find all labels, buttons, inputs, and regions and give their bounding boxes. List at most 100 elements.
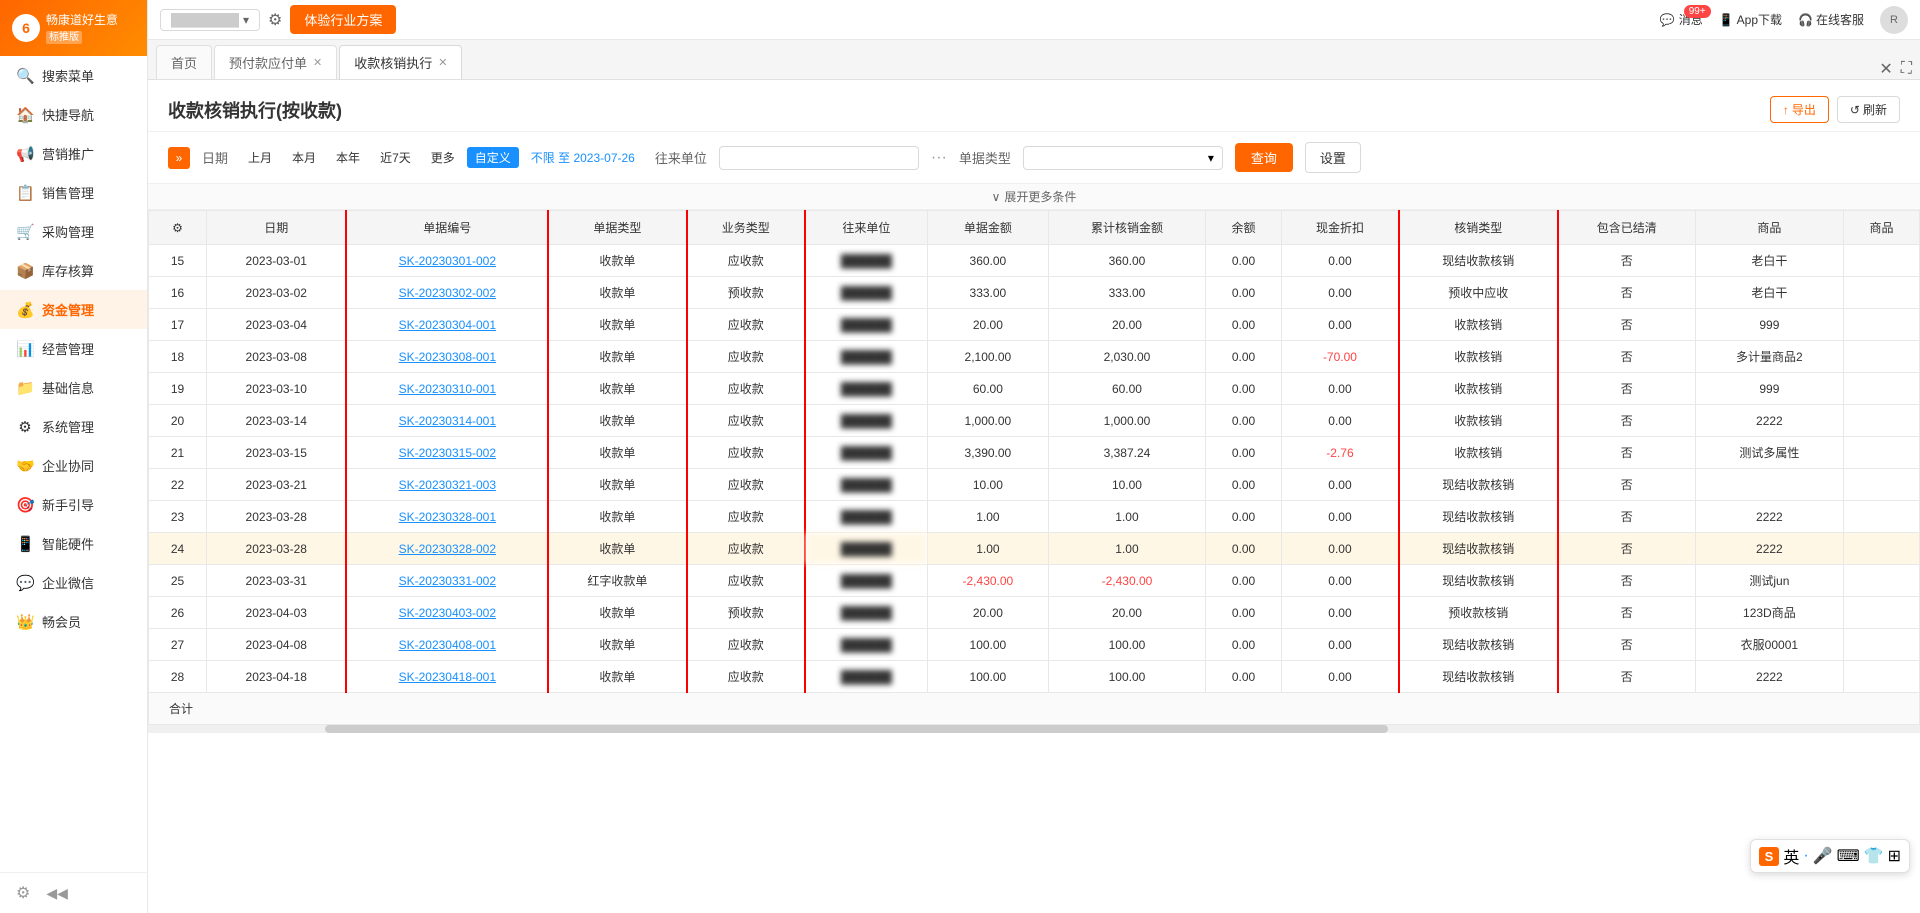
page-header: 收款核销执行(按收款) ↑ 导出 ↺ 刷新 — [148, 80, 1920, 132]
sidebar-item-3[interactable]: 📋销售管理 — [0, 173, 147, 212]
sidebar-icon-8: 📁 — [16, 379, 34, 397]
filter-expand-btn[interactable]: » — [168, 147, 190, 169]
headphone-icon: 🎧 — [1798, 13, 1813, 27]
date-filter-label: 日期 — [202, 148, 228, 167]
row-write-off-type: 收款核销 — [1399, 437, 1558, 469]
sidebar-item-6[interactable]: 💰资金管理 — [0, 290, 147, 329]
query-btn[interactable]: 查询 — [1235, 143, 1293, 172]
row-bill-no[interactable]: SK-20230304-001 — [346, 309, 548, 341]
tab-prepayment-close-icon[interactable]: ✕ — [313, 56, 322, 69]
sidebar-bottom: ⚙ ◀◀ — [0, 872, 147, 913]
row-bill-no[interactable]: SK-20230328-001 — [346, 501, 548, 533]
row-bill-no[interactable]: SK-20230403-002 — [346, 597, 548, 629]
row-bill-no[interactable]: SK-20230418-001 — [346, 661, 548, 693]
row-biz-type: 应收款 — [687, 629, 805, 661]
sidebar-item-1[interactable]: 🏠快捷导航 — [0, 95, 147, 134]
sidebar-item-0[interactable]: 🔍搜索菜单 — [0, 56, 147, 95]
row-amount: 100.00 — [927, 661, 1048, 693]
settings-gear-icon[interactable]: ⚙ — [268, 10, 282, 30]
sidebar-item-12[interactable]: 📱智能硬件 — [0, 524, 147, 563]
sidebar-item-10[interactable]: 🤝企业协同 — [0, 446, 147, 485]
tab-prepayment[interactable]: 预付款应付单 ✕ — [214, 45, 337, 79]
sidebar-item-8[interactable]: 📁基础信息 — [0, 368, 147, 407]
date-custom[interactable]: 自定义 — [467, 147, 519, 168]
row-date: 2023-03-02 — [207, 277, 347, 309]
sidebar-item-7[interactable]: 📊经营管理 — [0, 329, 147, 368]
unit-filter-label: 往来单位 — [655, 148, 707, 167]
row-bill-type: 收款单 — [548, 309, 687, 341]
table-row: 23 2023-03-28 SK-20230328-001 收款单 应收款 ██… — [149, 501, 1920, 533]
sidebar-icon-11: 🎯 — [16, 496, 34, 514]
user-avatar[interactable]: R — [1880, 6, 1908, 34]
row-product1: 老白干 — [1695, 277, 1843, 309]
table-row: 20 2023-03-14 SK-20230314-001 收款单 应收款 ██… — [149, 405, 1920, 437]
row-bill-no[interactable]: SK-20230301-002 — [346, 245, 548, 277]
unit-dots-icon[interactable]: ··· — [931, 149, 947, 167]
expand-more-bar[interactable]: ∨ 展开更多条件 — [148, 184, 1920, 210]
date-last-month[interactable]: 上月 — [240, 147, 280, 168]
col-unit: 往来单位 — [805, 211, 927, 245]
tab-collection-close-icon[interactable]: ✕ — [438, 56, 447, 69]
row-product2 — [1843, 661, 1919, 693]
row-bill-no[interactable]: SK-20230321-003 — [346, 469, 548, 501]
row-date: 2023-04-03 — [207, 597, 347, 629]
date-this-year[interactable]: 本年 — [328, 147, 368, 168]
row-acc-amount: 1,000.00 — [1048, 405, 1205, 437]
tab-maximize-icon[interactable]: ⛶ — [1901, 60, 1912, 78]
unit-input[interactable] — [719, 146, 919, 170]
row-bill-no[interactable]: SK-20230302-002 — [346, 277, 548, 309]
row-acc-amount: 100.00 — [1048, 629, 1205, 661]
date-last-7days[interactable]: 近7天 — [372, 147, 419, 168]
sidebar-item-14[interactable]: 👑畅会员 — [0, 602, 147, 641]
row-bill-type: 收款单 — [548, 245, 687, 277]
row-amount: 60.00 — [927, 373, 1048, 405]
col-settings-icon[interactable]: ⚙ — [149, 211, 207, 245]
row-discount: 0.00 — [1282, 309, 1399, 341]
row-amount: 3,390.00 — [927, 437, 1048, 469]
row-bill-no[interactable]: SK-20230331-002 — [346, 565, 548, 597]
float-toolbar: S 英 · 🎤 ⌨ 👕 ⊞ — [1750, 839, 1910, 873]
row-bill-no[interactable]: SK-20230315-002 — [346, 437, 548, 469]
date-this-month[interactable]: 本月 — [284, 147, 324, 168]
bill-type-select[interactable]: ▾ — [1023, 146, 1223, 170]
row-discount: 0.00 — [1282, 501, 1399, 533]
service-btn[interactable]: 🎧 在线客服 — [1798, 11, 1864, 28]
sidebar-settings-icon[interactable]: ⚙ — [16, 883, 30, 903]
row-bill-no[interactable]: SK-20230310-001 — [346, 373, 548, 405]
row-bill-no[interactable]: SK-20230308-001 — [346, 341, 548, 373]
float-apps-icon[interactable]: ⊞ — [1888, 846, 1901, 866]
sidebar-item-9[interactable]: ⚙系统管理 — [0, 407, 147, 446]
row-bill-no[interactable]: SK-20230408-001 — [346, 629, 548, 661]
refresh-btn[interactable]: ↺ 刷新 — [1837, 96, 1900, 123]
table-row: 25 2023-03-31 SK-20230331-002 红字收款单 应收款 … — [149, 565, 1920, 597]
row-amount: 333.00 — [927, 277, 1048, 309]
float-keyboard-icon[interactable]: ⌨ — [1837, 846, 1860, 866]
float-icon-1[interactable]: 英 — [1783, 844, 1799, 868]
row-bill-no[interactable]: SK-20230328-002 — [346, 533, 548, 565]
date-options: 上月 本月 本年 近7天 更多 自定义 — [240, 147, 519, 168]
tab-home[interactable]: 首页 — [156, 45, 212, 79]
enterprise-selector[interactable]: ████████ ▾ — [160, 9, 260, 31]
message-btn[interactable]: 💬 消息 99+ — [1660, 11, 1703, 28]
export-btn[interactable]: ↑ 导出 — [1770, 96, 1829, 123]
table-settings-btn[interactable]: 设置 — [1305, 142, 1361, 173]
sidebar-item-2[interactable]: 📢营销推广 — [0, 134, 147, 173]
tab-close-all-icon[interactable]: ✕ — [1879, 59, 1892, 79]
float-shirt-icon[interactable]: 👕 — [1864, 846, 1884, 866]
sidebar-collapse-icon[interactable]: ◀◀ — [46, 885, 68, 902]
sidebar-item-5[interactable]: 📦库存核算 — [0, 251, 147, 290]
app-download-btn[interactable]: 📱 App下载 — [1719, 11, 1782, 28]
float-icon-2[interactable]: · — [1803, 847, 1808, 865]
sidebar-item-4[interactable]: 🛒采购管理 — [0, 212, 147, 251]
row-balance: 0.00 — [1206, 309, 1282, 341]
sidebar-item-13[interactable]: 💬企业微信 — [0, 563, 147, 602]
row-included: 否 — [1558, 501, 1696, 533]
float-mic-icon[interactable]: 🎤 — [1813, 846, 1833, 866]
date-more[interactable]: 更多 — [423, 147, 463, 168]
horizontal-scrollbar[interactable] — [148, 725, 1920, 733]
row-amount: -2,430.00 — [927, 565, 1048, 597]
tab-collection[interactable]: 收款核销执行 ✕ — [339, 45, 462, 79]
sidebar-item-11[interactable]: 🎯新手引导 — [0, 485, 147, 524]
row-bill-no[interactable]: SK-20230314-001 — [346, 405, 548, 437]
industry-btn[interactable]: 体验行业方案 — [290, 5, 396, 34]
